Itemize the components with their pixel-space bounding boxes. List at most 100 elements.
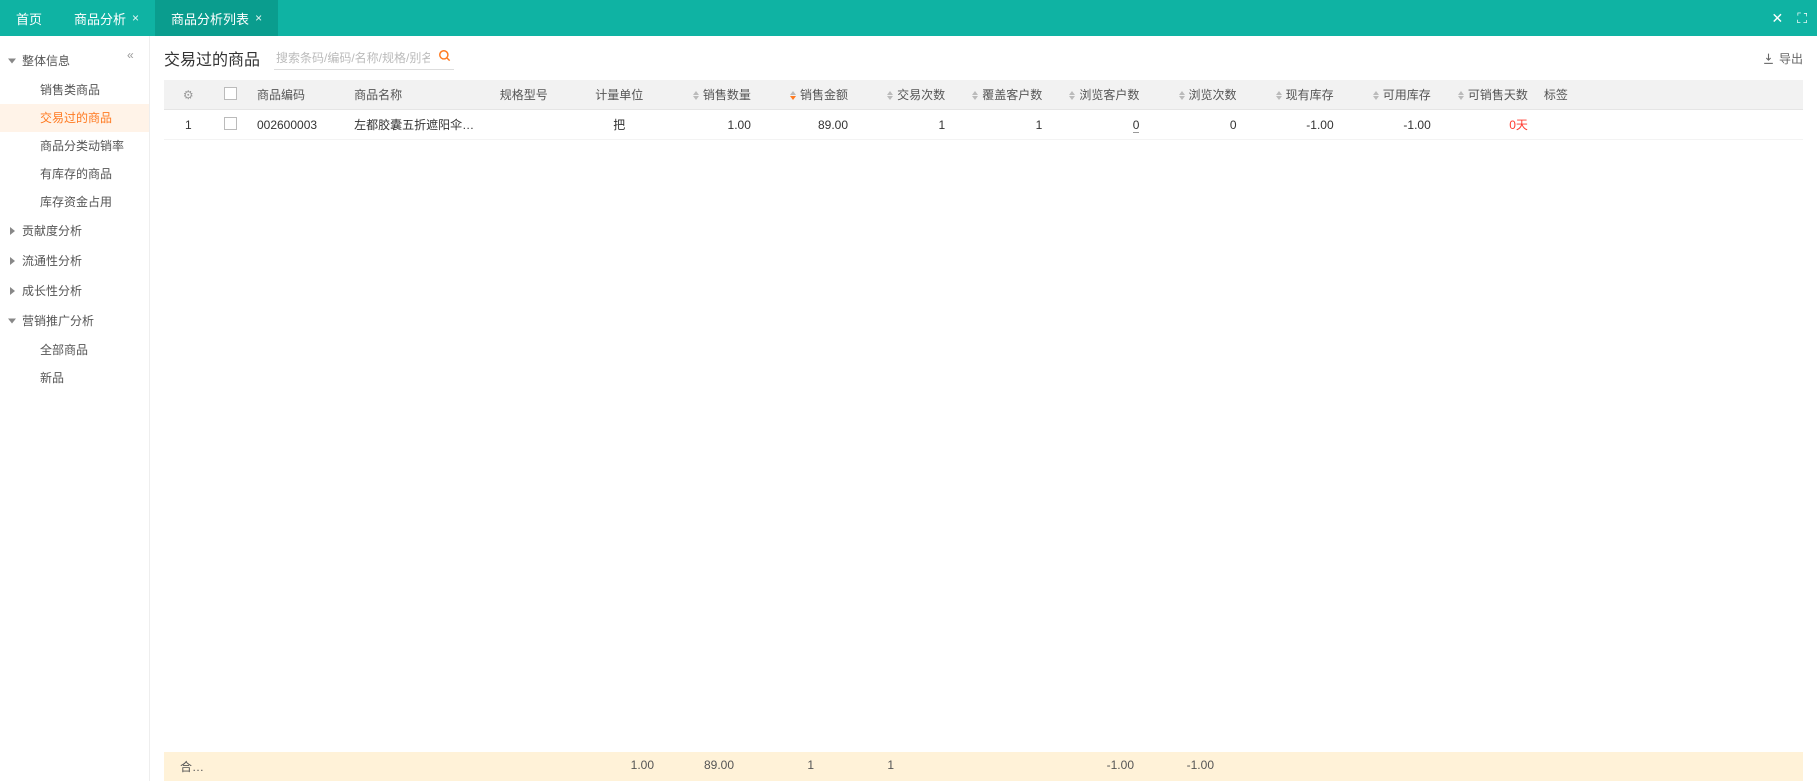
export-label: 导出 — [1779, 50, 1803, 67]
sidebar-item[interactable]: 商品分类动销率 — [0, 132, 149, 160]
tab-商品分析列表[interactable]: 商品分析列表 × — [155, 0, 278, 36]
sidebar-item[interactable]: 新品 — [0, 364, 149, 392]
col-label: 销售数量 — [703, 88, 751, 102]
footer-sale_amt: 89.00 — [662, 758, 742, 775]
checkbox-all[interactable] — [224, 87, 237, 100]
tab-商品分析[interactable]: 商品分析 × — [58, 0, 155, 36]
tab-label: 商品分析列表 — [171, 9, 249, 28]
tab-close-icon[interactable]: × — [132, 11, 139, 25]
sidebar-group[interactable]: 整体信息 — [0, 46, 149, 76]
sort-icon[interactable] — [972, 91, 978, 100]
sidebar-group[interactable]: 营销推广分析 — [0, 306, 149, 336]
col-unit: 计量单位 — [577, 80, 662, 110]
sort-icon[interactable] — [1179, 91, 1185, 100]
footer-tags — [1302, 758, 1522, 775]
sidebar-group[interactable]: 贡献度分析 — [0, 216, 149, 246]
cell-spec — [492, 110, 577, 140]
cell-trade_cnt: 1 — [856, 110, 953, 140]
col-name: 商品名称 — [346, 80, 492, 110]
search-icon[interactable] — [438, 49, 452, 66]
col-stock_now[interactable]: 现有库存 — [1245, 80, 1342, 110]
col-view_cust[interactable]: 浏览客户数 — [1050, 80, 1147, 110]
col-sale_days[interactable]: 可销售天数 — [1439, 80, 1536, 110]
export-button[interactable]: 导出 — [1762, 50, 1803, 67]
col-label: 规格型号 — [500, 88, 548, 102]
footer-cust_cov: 1 — [822, 758, 902, 775]
sidebar-item[interactable]: 库存资金占用 — [0, 188, 149, 216]
col-label: 商品编码 — [257, 88, 305, 102]
sort-icon[interactable] — [1276, 91, 1282, 100]
cell-chk — [213, 110, 249, 140]
tabbar: 首页商品分析 × 商品分析列表 × ✕ ⛶ — [0, 0, 1817, 36]
sidebar: « 整体信息销售类商品交易过的商品商品分类动销率有库存的商品库存资金占用贡献度分… — [0, 36, 150, 781]
col-cust_cov[interactable]: 覆盖客户数 — [953, 80, 1050, 110]
footer-view_cnt — [982, 758, 1062, 775]
col-label: 可用库存 — [1383, 88, 1431, 102]
col-trade_cnt[interactable]: 交易次数 — [856, 80, 953, 110]
col-gear: ⚙ — [164, 80, 213, 110]
tab-首页[interactable]: 首页 — [0, 0, 58, 36]
tab-close-icon[interactable]: × — [255, 11, 262, 25]
search-wrap — [274, 47, 454, 70]
page-title: 交易过的商品 — [164, 46, 260, 70]
cell-view_cnt: 0 — [1147, 110, 1244, 140]
footer-chk — [212, 758, 242, 775]
col-label: 可销售天数 — [1468, 88, 1528, 102]
cell-tags — [1536, 110, 1803, 140]
col-tags: 标签 — [1536, 80, 1803, 110]
cell-name: 左都胶囊五折遮阳伞防晒伞; — [346, 110, 492, 140]
col-spec: 规格型号 — [492, 80, 577, 110]
footer-sale_qty: 1.00 — [582, 758, 662, 775]
main-panel: 交易过的商品 导出 ⚙商品编码商品名称规格型号计量单位销售数量销售金额交易次 — [150, 36, 1817, 781]
sidebar-group[interactable]: 成长性分析 — [0, 276, 149, 306]
footer-stock_avail: -1.00 — [1142, 758, 1222, 775]
col-label: 浏览次数 — [1189, 88, 1237, 102]
footer-name — [322, 758, 442, 775]
footer-trade_cnt: 1 — [742, 758, 822, 775]
checkbox-row[interactable] — [224, 117, 237, 130]
sort-icon[interactable] — [790, 91, 796, 100]
close-panel-icon[interactable]: ✕ — [1771, 10, 1783, 27]
col-view_cnt[interactable]: 浏览次数 — [1147, 80, 1244, 110]
sidebar-item[interactable]: 销售类商品 — [0, 76, 149, 104]
footer-sale_days — [1222, 758, 1302, 775]
col-chk — [213, 80, 249, 110]
sidebar-group[interactable]: 流通性分析 — [0, 246, 149, 276]
tabbar-right-controls: ✕ ⛶ — [1771, 0, 1817, 36]
cell-sale_qty: 1.00 — [662, 110, 759, 140]
col-stock_avail[interactable]: 可用库存 — [1342, 80, 1439, 110]
fullscreen-icon[interactable]: ⛶ — [1797, 10, 1807, 27]
col-label: 销售金额 — [800, 88, 848, 102]
tab-label: 商品分析 — [74, 9, 126, 28]
footer-stock_now: -1.00 — [1062, 758, 1142, 775]
cell-stock_now: -1.00 — [1245, 110, 1342, 140]
sidebar-item[interactable]: 交易过的商品 — [0, 104, 149, 132]
gear-icon[interactable]: ⚙ — [183, 88, 194, 102]
col-label: 计量单位 — [595, 88, 643, 102]
col-sale_amt[interactable]: 销售金额 — [759, 80, 856, 110]
sort-icon[interactable] — [887, 91, 893, 100]
table-wrap: ⚙ 商品编码 商品名称规格型号 计量单位 销售数量 销售金额交易次数覆盖客户数 浏览客户数 浏… — [150, 80, 1817, 752]
search-input[interactable] — [274, 47, 454, 70]
table-header-row: ⚙ 商品编码 商品名称规格型号 计量单位 销售数量 销售金额交易次数覆盖客户数 浏览客户数 浏… — [164, 80, 1803, 110]
view-cust-link[interactable]: 0 — [1133, 118, 1140, 133]
table-row[interactable]: 1002600003左都胶囊五折遮阳伞防晒伞;把1.0089.001100-1.… — [164, 110, 1803, 140]
col-sale_qty[interactable]: 销售数量 — [662, 80, 759, 110]
sort-icon[interactable] — [1069, 91, 1075, 100]
col-label: 标签 — [1544, 88, 1568, 102]
data-table: ⚙ 商品编码 商品名称规格型号 计量单位 销售数量 销售金额交易次数覆盖客户数 浏览客户数 浏… — [164, 80, 1803, 140]
cell-gear: 1 — [164, 110, 213, 140]
sidebar-item[interactable]: 全部商品 — [0, 336, 149, 364]
footer-gear: 合计: — [172, 758, 212, 775]
col-code: 商品编码 — [249, 80, 346, 110]
col-label: 现有库存 — [1286, 88, 1334, 102]
cell-code: 002600003 — [249, 110, 346, 140]
footer-view_cust — [902, 758, 982, 775]
sort-icon[interactable] — [1373, 91, 1379, 100]
sidebar-item[interactable]: 有库存的商品 — [0, 160, 149, 188]
col-label: 浏览客户数 — [1079, 88, 1139, 102]
sort-icon[interactable] — [1458, 91, 1464, 100]
footer-spec — [442, 758, 512, 775]
sort-icon[interactable] — [693, 91, 699, 100]
cell-stock_avail: -1.00 — [1342, 110, 1439, 140]
